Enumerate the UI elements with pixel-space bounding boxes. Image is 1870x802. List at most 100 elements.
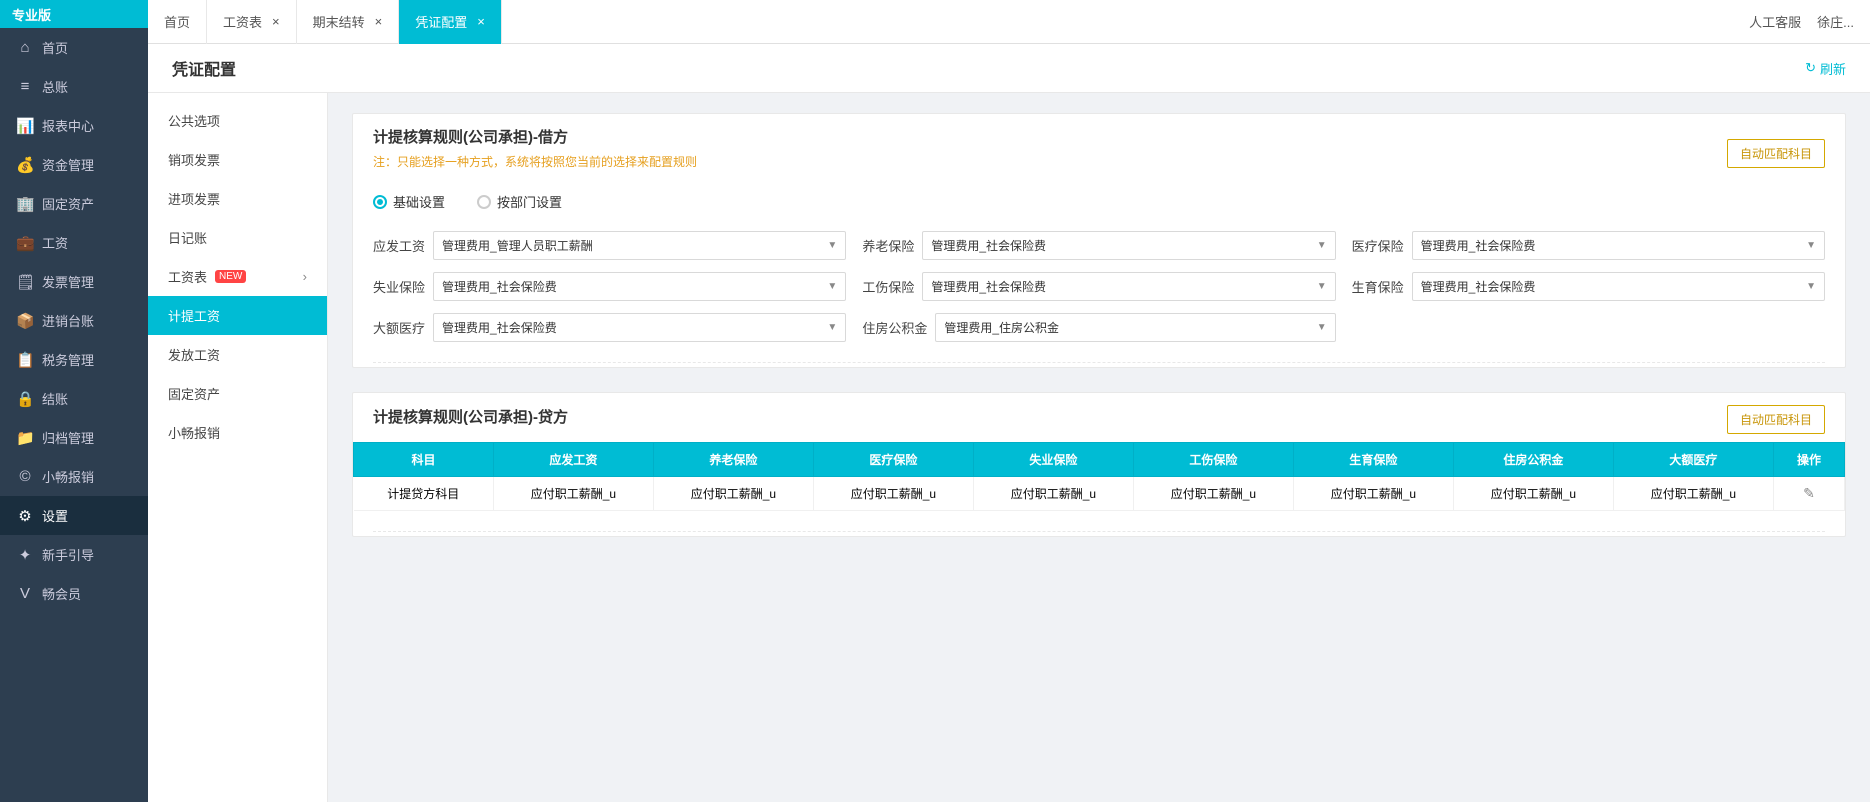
- section-credit-header: 计提核算规则(公司承担)-贷方 自动匹配科目: [353, 393, 1845, 442]
- vip-icon: V: [16, 585, 34, 602]
- tab-period-close-close[interactable]: ×: [375, 14, 383, 29]
- field-label-unemployment: 失业保险: [373, 277, 425, 296]
- sidebar-item-tax[interactable]: 📋 税务管理: [0, 340, 148, 379]
- field-row-medical: 医疗保险 管理费用_社会保险费 ▼: [1352, 231, 1825, 260]
- nav-item-label: 公共选项: [168, 111, 220, 130]
- sidebar-item-home[interactable]: ⌂ 首页: [0, 28, 148, 67]
- tab-salary-table[interactable]: 工资表 ×: [207, 0, 297, 44]
- sidebar-item-archive[interactable]: 📁 归档管理: [0, 418, 148, 457]
- col-major-medical: 大额医疗: [1613, 443, 1773, 477]
- sidebar-item-report[interactable]: 📊 报表中心: [0, 106, 148, 145]
- tab-home-label: 首页: [164, 12, 190, 31]
- sidebar-item-ledger[interactable]: ≡ 总账: [0, 67, 148, 106]
- refresh-icon: ↻: [1805, 60, 1816, 76]
- nav-item-label: 工资表: [168, 267, 207, 286]
- inventory-icon: 📦: [16, 312, 34, 330]
- section-debit-note: 注：只能选择一种方式，系统将按照您当前的选择来配置规则: [373, 153, 697, 170]
- sidebar-item-label: 固定资产: [42, 194, 94, 213]
- edit-icon[interactable]: ✎: [1803, 485, 1815, 501]
- sidebar-item-settings[interactable]: ⚙ 设置: [0, 496, 148, 535]
- field-label-work-injury: 工伤保险: [862, 277, 914, 296]
- cell-salary: 应付职工薪酬_u: [493, 477, 653, 511]
- tab-home[interactable]: 首页: [148, 0, 207, 44]
- chevron-down-icon: ▼: [1806, 240, 1816, 251]
- field-select-text-major-medical: 管理费用_社会保险费: [442, 319, 823, 336]
- invoice-icon: 🗒: [16, 273, 34, 291]
- section-debit-title-area: 计提核算规则(公司承担)-借方 注：只能选择一种方式，系统将按照您当前的选择来配…: [373, 126, 697, 180]
- settings-icon: ⚙: [16, 507, 34, 525]
- username: 徐庄...: [1817, 12, 1854, 31]
- expand-icon: ›: [303, 269, 307, 284]
- refresh-button[interactable]: ↻ 刷新: [1805, 59, 1846, 78]
- xiaochang-icon: ©: [16, 468, 34, 485]
- sidebar-item-label: 结账: [42, 389, 68, 408]
- field-select-text-pension: 管理费用_社会保险费: [931, 237, 1312, 254]
- field-select-maternity[interactable]: 管理费用_社会保险费 ▼: [1412, 272, 1825, 301]
- sidebar-item-funds[interactable]: 💰 资金管理: [0, 145, 148, 184]
- cell-action[interactable]: ✎: [1773, 477, 1844, 511]
- sidebar-item-salary[interactable]: 💼 工资: [0, 223, 148, 262]
- cell-subject: 计提贷方科目: [354, 477, 494, 511]
- chevron-down-icon: ▼: [827, 281, 837, 292]
- radio-dept[interactable]: 按部门设置: [477, 192, 562, 211]
- auto-match-debit-button[interactable]: 自动匹配科目: [1727, 139, 1825, 168]
- field-select-pension[interactable]: 管理费用_社会保险费 ▼: [922, 231, 1335, 260]
- sidebar-item-guide[interactable]: ✦ 新手引导: [0, 535, 148, 574]
- nav-item-sales-invoice[interactable]: 销项发票: [148, 140, 327, 179]
- tab-voucher-config[interactable]: 凭证配置 ×: [399, 0, 502, 44]
- section-debit-header: 计提核算规则(公司承担)-借方 注：只能选择一种方式，系统将按照您当前的选择来配…: [353, 114, 1845, 188]
- credit-table-body: 计提贷方科目 应付职工薪酬_u 应付职工薪酬_u 应付职工薪酬_u 应付职工薪酬…: [354, 477, 1845, 511]
- sidebar-item-invoice[interactable]: 🗒 发票管理: [0, 262, 148, 301]
- sidebar-item-close[interactable]: 🔒 结账: [0, 379, 148, 418]
- credit-table-head: 科目 应发工资 养老保险 医疗保险 失业保险 工伤保险 生育保险 住房公积金 大…: [354, 443, 1845, 477]
- new-badge: NEW: [215, 270, 246, 283]
- cell-housing-fund: 应付职工薪酬_u: [1453, 477, 1613, 511]
- funds-icon: 💰: [16, 156, 34, 174]
- nav-item-calc-salary[interactable]: 计提工资: [148, 296, 327, 335]
- field-select-major-medical[interactable]: 管理费用_社会保险费 ▼: [433, 313, 846, 342]
- radio-basic[interactable]: 基础设置: [373, 192, 445, 211]
- nav-item-journal[interactable]: 日记账: [148, 218, 327, 257]
- tab-salary-table-close[interactable]: ×: [272, 14, 280, 29]
- section-divider: [373, 362, 1825, 363]
- nav-item-label: 计提工资: [168, 306, 220, 325]
- sidebar-item-label: 畅会员: [42, 584, 81, 603]
- nav-item-issue-salary[interactable]: 发放工资: [148, 335, 327, 374]
- col-work-injury: 工伤保险: [1133, 443, 1293, 477]
- nav-item-fixed-assets[interactable]: 固定资产: [148, 374, 327, 413]
- tab-salary-table-label: 工资表: [223, 12, 262, 31]
- field-label-pension: 养老保险: [862, 236, 914, 255]
- field-select-medical[interactable]: 管理费用_社会保险费 ▼: [1412, 231, 1825, 260]
- archive-icon: 📁: [16, 429, 34, 447]
- radio-basic-circle: [373, 195, 387, 209]
- col-subject: 科目: [354, 443, 494, 477]
- sidebar-item-xiaochang[interactable]: © 小畅报销: [0, 457, 148, 496]
- field-select-salary[interactable]: 管理费用_管理人员职工薪酬 ▼: [433, 231, 846, 260]
- field-label-major-medical: 大额医疗: [373, 318, 425, 337]
- sidebar-item-label: 首页: [42, 38, 68, 57]
- sidebar-item-inventory[interactable]: 📦 进销台账: [0, 301, 148, 340]
- sidebar-item-label: 小畅报销: [42, 467, 94, 486]
- radio-basic-label: 基础设置: [393, 192, 445, 211]
- sidebar-item-label: 报表中心: [42, 116, 94, 135]
- cell-medical: 应付职工薪酬_u: [813, 477, 973, 511]
- field-select-work-injury[interactable]: 管理费用_社会保险费 ▼: [922, 272, 1335, 301]
- chevron-down-icon: ▼: [827, 322, 837, 333]
- sidebar-item-vip[interactable]: V 畅会员: [0, 574, 148, 613]
- field-select-unemployment[interactable]: 管理费用_社会保险费 ▼: [433, 272, 846, 301]
- tab-period-close[interactable]: 期末结转 ×: [297, 0, 400, 44]
- ledger-icon: ≡: [16, 78, 34, 95]
- content-layout: 公共选项 销项发票 进项发票 日记账 工资表 NEW › 计提工资 发放工资: [148, 93, 1870, 802]
- nav-item-public[interactable]: 公共选项: [148, 101, 327, 140]
- assets-icon: 🏢: [16, 195, 34, 213]
- tab-voucher-config-close[interactable]: ×: [477, 14, 485, 29]
- radio-dept-circle: [477, 195, 491, 209]
- auto-match-credit-button[interactable]: 自动匹配科目: [1727, 405, 1825, 434]
- nav-item-purchase-invoice[interactable]: 进项发票: [148, 179, 327, 218]
- field-select-housing-fund[interactable]: 管理费用_住房公积金 ▼: [935, 313, 1335, 342]
- nav-item-salary-table[interactable]: 工资表 NEW ›: [148, 257, 327, 296]
- field-label-housing-fund: 住房公积金: [862, 318, 927, 337]
- nav-item-petty-expense[interactable]: 小畅报销: [148, 413, 327, 452]
- field-label-maternity: 生育保险: [1352, 277, 1404, 296]
- sidebar-item-assets[interactable]: 🏢 固定资产: [0, 184, 148, 223]
